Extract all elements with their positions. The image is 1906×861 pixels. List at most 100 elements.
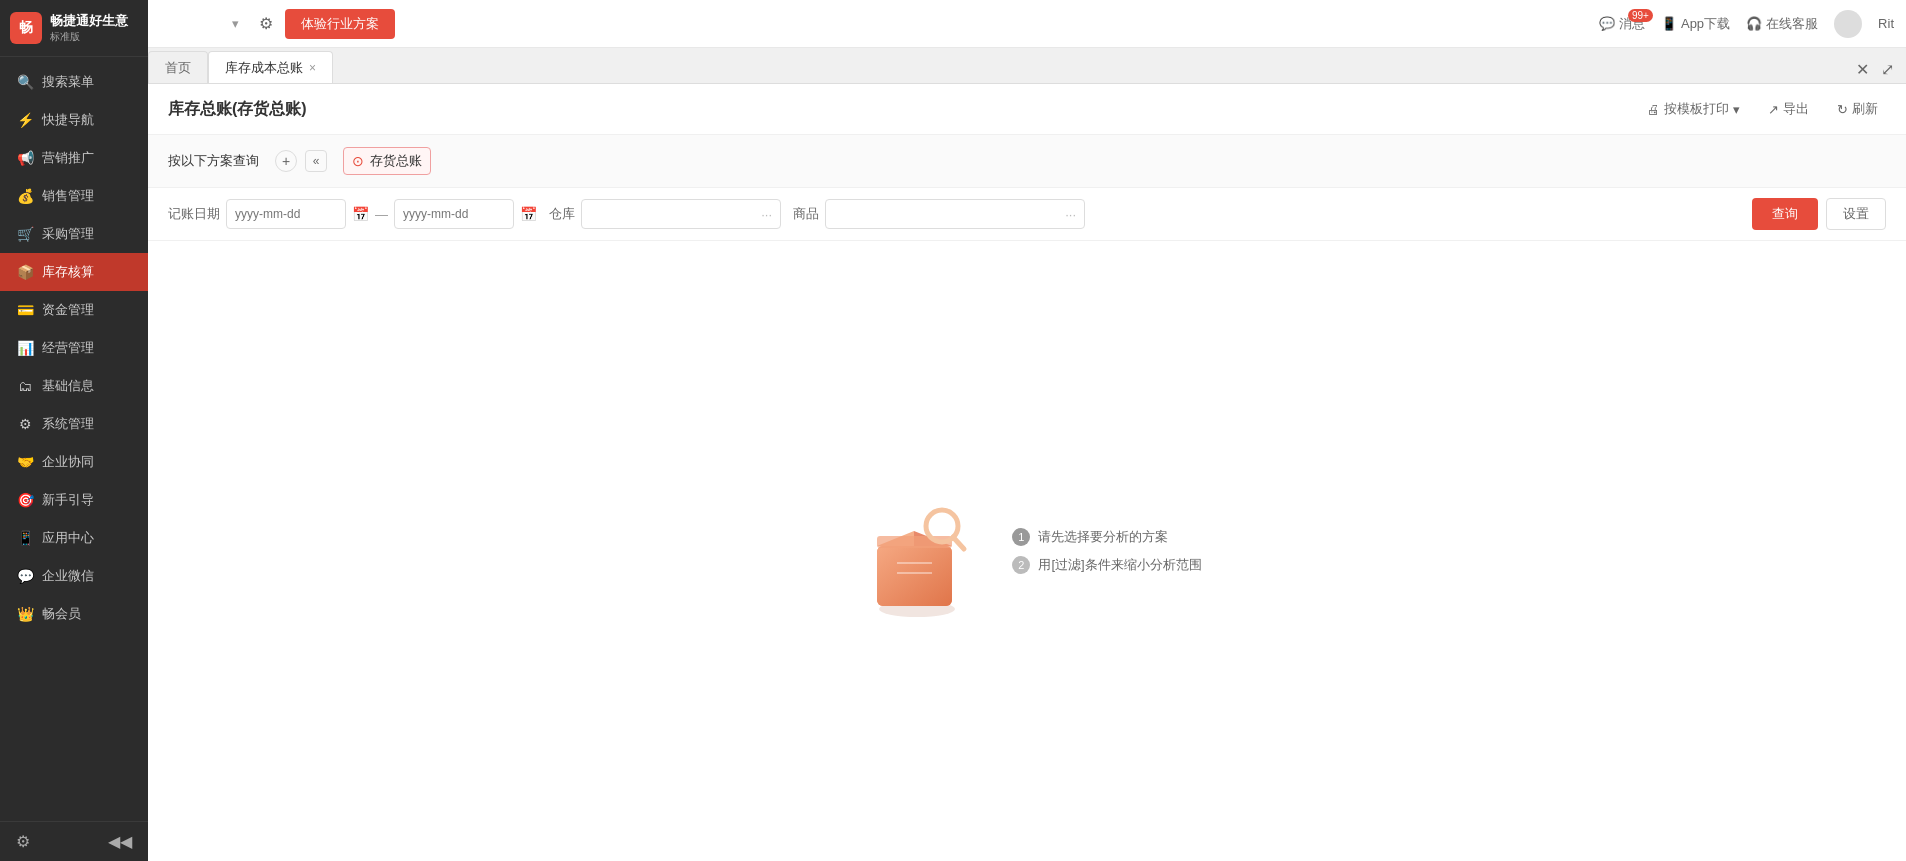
expand-panel-btn[interactable]: ⤢	[1877, 56, 1898, 83]
print-icon: 🖨	[1647, 102, 1660, 117]
sidebar-item-app-center[interactable]: 📱 应用中心	[0, 519, 148, 557]
nav-label-cooperation: 企业协同	[42, 453, 94, 471]
product-more-icon[interactable]: ···	[1065, 207, 1076, 222]
empty-tips: 1 请先选择要分析的方案 2 用[过滤]条件来缩小分析范围	[1012, 528, 1201, 574]
nav-label-wechat: 企业微信	[42, 567, 94, 585]
nav-icon-search-menu: 🔍	[16, 73, 34, 91]
topbar-selector-text	[168, 15, 228, 32]
logo-text: 畅捷通好生意 标准版	[50, 13, 128, 43]
refresh-btn[interactable]: ↻ 刷新	[1829, 96, 1886, 122]
nav-icon-guide: 🎯	[16, 491, 34, 509]
username-label: Rit	[1878, 16, 1894, 31]
date-label: 记账日期	[168, 205, 220, 223]
tip-item-1: 1 请先选择要分析的方案	[1012, 528, 1201, 546]
sidebar-item-finance[interactable]: 💳 资金管理	[0, 291, 148, 329]
export-btn[interactable]: ↗ 导出	[1760, 96, 1817, 122]
sidebar-item-cooperation[interactable]: 🤝 企业协同	[0, 443, 148, 481]
settings-icon[interactable]: ⚙	[255, 10, 277, 37]
page-header: 库存总账(存货总账) 🖨 按模板打印 ▾ ↗ 导出 ↻ 刷新	[148, 84, 1906, 135]
tip-text-2: 用[过滤]条件来缩小分析范围	[1038, 556, 1201, 574]
sidebar-item-sales[interactable]: 💰 销售管理	[0, 177, 148, 215]
sidebar-item-system[interactable]: ⚙ 系统管理	[0, 405, 148, 443]
nav-icon-marketing: 📢	[16, 149, 34, 167]
nav-icon-wechat: 💬	[16, 567, 34, 585]
filter-action-btns: 查询 设置	[1752, 198, 1886, 230]
nav-icon-quick-nav: ⚡	[16, 111, 34, 129]
nav-label-sales: 销售管理	[42, 187, 94, 205]
sidebar-item-guide[interactable]: 🎯 新手引导	[0, 481, 148, 519]
filter-add-btn[interactable]: +	[275, 150, 297, 172]
nav-icon-cooperation: 🤝	[16, 453, 34, 471]
industry-btn[interactable]: 体验行业方案	[285, 9, 395, 39]
sidebar-item-operations[interactable]: 📊 经营管理	[0, 329, 148, 367]
tab-inventory-ledger[interactable]: 库存成本总账 ×	[208, 51, 333, 83]
sidebar-bottom: ⚙ ◀◀	[0, 821, 148, 861]
product-filter-field: 商品 ···	[793, 199, 1085, 229]
sidebar-item-inventory[interactable]: 📦 库存核算	[0, 253, 148, 291]
tabs-bar: 首页 库存成本总账 × ✕ ⤢	[148, 48, 1906, 84]
calendar-start-icon[interactable]: 📅	[352, 206, 369, 222]
tip-text-1: 请先选择要分析的方案	[1038, 528, 1168, 546]
scheme-label: 存货总账	[370, 152, 422, 170]
product-select[interactable]: ···	[825, 199, 1085, 229]
phone-icon: 📱	[1661, 16, 1677, 31]
filter-settings-btn[interactable]: 设置	[1826, 198, 1886, 230]
sidebar: 畅 畅捷通好生意 标准版 🔍 搜索菜单 ⚡ 快捷导航 📢 营销推广 💰 销售管理…	[0, 0, 148, 861]
close-panel-btn[interactable]: ✕	[1852, 56, 1873, 83]
sidebar-item-purchase[interactable]: 🛒 采购管理	[0, 215, 148, 253]
svg-line-5	[953, 537, 964, 549]
nav-icon-system: ⚙	[16, 415, 34, 433]
nav-label-quick-nav: 快捷导航	[42, 111, 94, 129]
warehouse-more-icon[interactable]: ···	[761, 207, 772, 222]
nav-label-purchase: 采购管理	[42, 225, 94, 243]
filter-collapse-btn[interactable]: «	[305, 150, 327, 172]
chevron-down-icon: ▾	[232, 16, 239, 31]
nav-icon-app-center: 📱	[16, 529, 34, 547]
topbar: ▾ ⚙ 体验行业方案 💬 消息 99+ 📱 App下载 🎧 在线客服 Rit	[148, 0, 1906, 48]
topbar-selector[interactable]: ▾	[160, 11, 247, 36]
nav-label-inventory: 库存核算	[42, 263, 94, 281]
headset-icon: 🎧	[1746, 16, 1762, 31]
filter-label: 按以下方案查询	[168, 152, 259, 170]
sidebar-item-quick-nav[interactable]: ⚡ 快捷导航	[0, 101, 148, 139]
warehouse-select[interactable]: ···	[581, 199, 781, 229]
tab-close-icon[interactable]: ×	[309, 61, 316, 75]
page-title: 库存总账(存货总账)	[168, 99, 307, 120]
app-download-btn[interactable]: 📱 App下载	[1661, 15, 1730, 33]
home-tab-label: 首页	[165, 59, 191, 77]
date-start-input[interactable]	[226, 199, 346, 229]
filter-scheme-item[interactable]: ⊙ 存货总账	[343, 147, 431, 175]
svg-rect-2	[877, 546, 952, 606]
user-avatar[interactable]	[1834, 10, 1862, 38]
empty-state: 1 请先选择要分析的方案 2 用[过滤]条件来缩小分析范围	[148, 241, 1906, 861]
sidebar-item-marketing[interactable]: 📢 营销推广	[0, 139, 148, 177]
empty-illustration	[852, 491, 972, 611]
search-btn[interactable]: 查询	[1752, 198, 1818, 230]
nav-icon-operations: 📊	[16, 339, 34, 357]
message-badge: 99+	[1628, 9, 1653, 22]
online-service-btn[interactable]: 🎧 在线客服	[1746, 15, 1818, 33]
page-actions: 🖨 按模板打印 ▾ ↗ 导出 ↻ 刷新	[1639, 96, 1886, 122]
sidebar-item-wechat[interactable]: 💬 企业微信	[0, 557, 148, 595]
nav-icon-purchase: 🛒	[16, 225, 34, 243]
main-area: ▾ ⚙ 体验行业方案 💬 消息 99+ 📱 App下载 🎧 在线客服 Rit	[148, 0, 1906, 861]
content-area: 库存总账(存货总账) 🖨 按模板打印 ▾ ↗ 导出 ↻ 刷新 按以下方案查询	[148, 84, 1906, 861]
collapse-bottom-icon[interactable]: ◀◀	[108, 832, 132, 851]
filter-area: 按以下方案查询 + « ⊙ 存货总账	[148, 135, 1906, 188]
date-end-input[interactable]	[394, 199, 514, 229]
sidebar-logo: 畅 畅捷通好生意 标准版	[0, 0, 148, 57]
message-btn[interactable]: 💬 消息 99+	[1599, 15, 1645, 33]
sidebar-nav: 🔍 搜索菜单 ⚡ 快捷导航 📢 营销推广 💰 销售管理 🛒 采购管理 📦 库存核…	[0, 57, 148, 821]
sidebar-item-basic-info[interactable]: 🗂 基础信息	[0, 367, 148, 405]
sidebar-item-search-menu[interactable]: 🔍 搜索菜单	[0, 63, 148, 101]
print-dropdown-icon: ▾	[1733, 102, 1740, 117]
calendar-end-icon[interactable]: 📅	[520, 206, 537, 222]
print-btn[interactable]: 🖨 按模板打印 ▾	[1639, 96, 1748, 122]
warehouse-label: 仓库	[549, 205, 575, 223]
message-icon: 💬	[1599, 16, 1615, 31]
tab-home[interactable]: 首页	[148, 51, 208, 83]
warehouse-filter-field: 仓库 ···	[549, 199, 781, 229]
settings-bottom-icon[interactable]: ⚙	[16, 832, 30, 851]
nav-icon-finance: 💳	[16, 301, 34, 319]
sidebar-item-member[interactable]: 👑 畅会员	[0, 595, 148, 633]
